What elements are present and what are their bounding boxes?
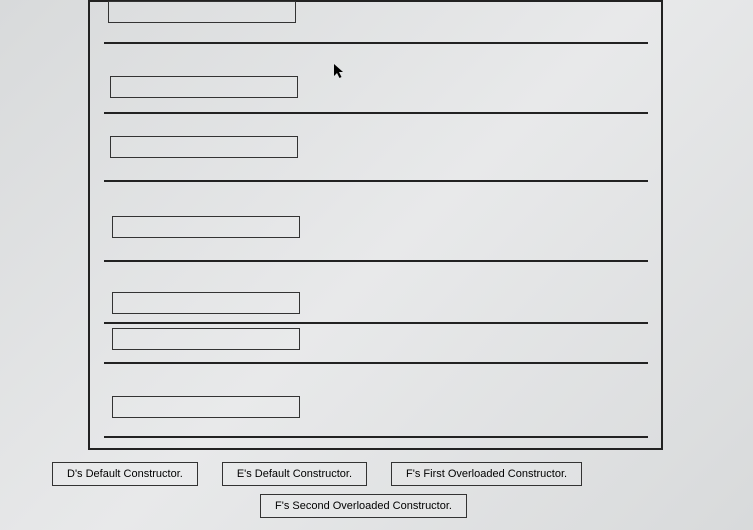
answer-slot[interactable] [112, 396, 300, 418]
divider [104, 42, 648, 44]
option-e-default[interactable]: E's Default Constructor. [222, 462, 367, 486]
answer-slot[interactable] [110, 136, 298, 158]
option-f-first[interactable]: F's First Overloaded Constructor. [391, 462, 582, 486]
answer-slot[interactable] [110, 76, 298, 98]
divider [104, 112, 648, 114]
divider [104, 436, 648, 438]
divider [104, 260, 648, 262]
options-row-2: F's Second Overloaded Constructor. [260, 494, 467, 518]
divider [104, 180, 648, 182]
divider [104, 322, 648, 324]
answer-slot[interactable] [108, 1, 296, 23]
options-row-1: D's Default Constructor. E's Default Con… [52, 462, 582, 486]
option-f-second[interactable]: F's Second Overloaded Constructor. [260, 494, 467, 518]
answer-slot[interactable] [112, 216, 300, 238]
divider [104, 362, 648, 364]
answer-container [88, 0, 663, 450]
answer-slot[interactable] [112, 292, 300, 314]
option-d-default[interactable]: D's Default Constructor. [52, 462, 198, 486]
answer-slot[interactable] [112, 328, 300, 350]
